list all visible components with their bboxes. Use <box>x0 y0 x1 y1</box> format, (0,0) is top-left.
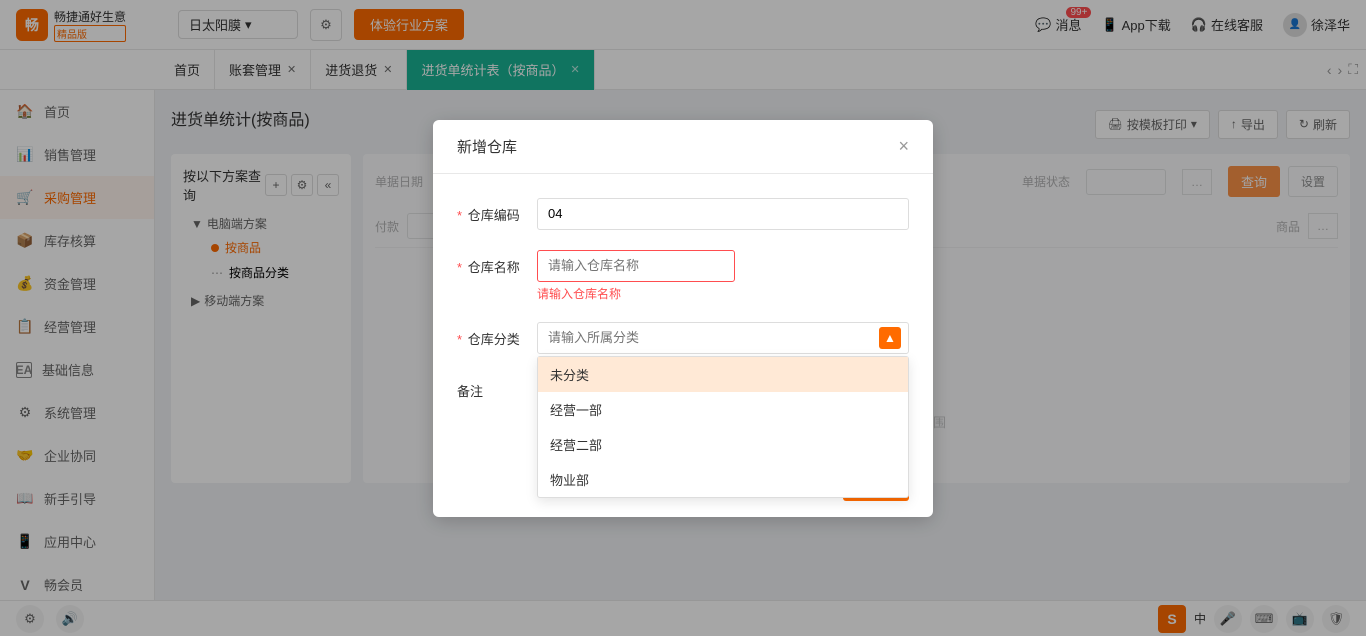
dialog-header: 新增仓库 × <box>433 120 933 174</box>
category-field-group: * 仓库分类 ▲ 未分类 经营一部 经营二部 物业部 <box>457 322 909 354</box>
dropdown-item-1[interactable]: 经营一部 <box>538 392 908 427</box>
dialog-close-btn[interactable]: × <box>898 136 909 157</box>
code-label: * 仓库编码 <box>457 198 537 224</box>
name-field-wrap: 请输入仓库名称 <box>537 250 909 302</box>
category-dropdown: 未分类 经营一部 经营二部 物业部 <box>537 356 909 498</box>
dialog-new-warehouse: 新增仓库 × * 仓库编码 * 仓库名称 请输入仓库名称 <box>433 120 933 517</box>
name-field-group: * 仓库名称 请输入仓库名称 <box>457 250 909 302</box>
name-error-msg: 请输入仓库名称 <box>537 285 909 302</box>
dropdown-item-2[interactable]: 经营二部 <box>538 427 908 462</box>
category-field-wrap: ▲ 未分类 经营一部 经营二部 物业部 <box>537 322 909 354</box>
remark-label: 备注 <box>457 374 537 400</box>
category-label: * 仓库分类 <box>457 322 537 348</box>
name-label: * 仓库名称 <box>457 250 537 276</box>
category-toggle-btn[interactable]: ▲ <box>879 327 901 349</box>
code-input[interactable] <box>537 198 909 230</box>
name-input[interactable] <box>537 250 735 282</box>
dropdown-item-0[interactable]: 未分类 <box>538 357 908 392</box>
modal-overlay: 新增仓库 × * 仓库编码 * 仓库名称 请输入仓库名称 <box>0 0 1366 636</box>
dialog-body: * 仓库编码 * 仓库名称 请输入仓库名称 * <box>433 174 933 434</box>
code-field-group: * 仓库编码 <box>457 198 909 230</box>
category-input[interactable] <box>537 322 909 354</box>
dropdown-item-3[interactable]: 物业部 <box>538 462 908 497</box>
dialog-title: 新增仓库 <box>457 136 517 157</box>
